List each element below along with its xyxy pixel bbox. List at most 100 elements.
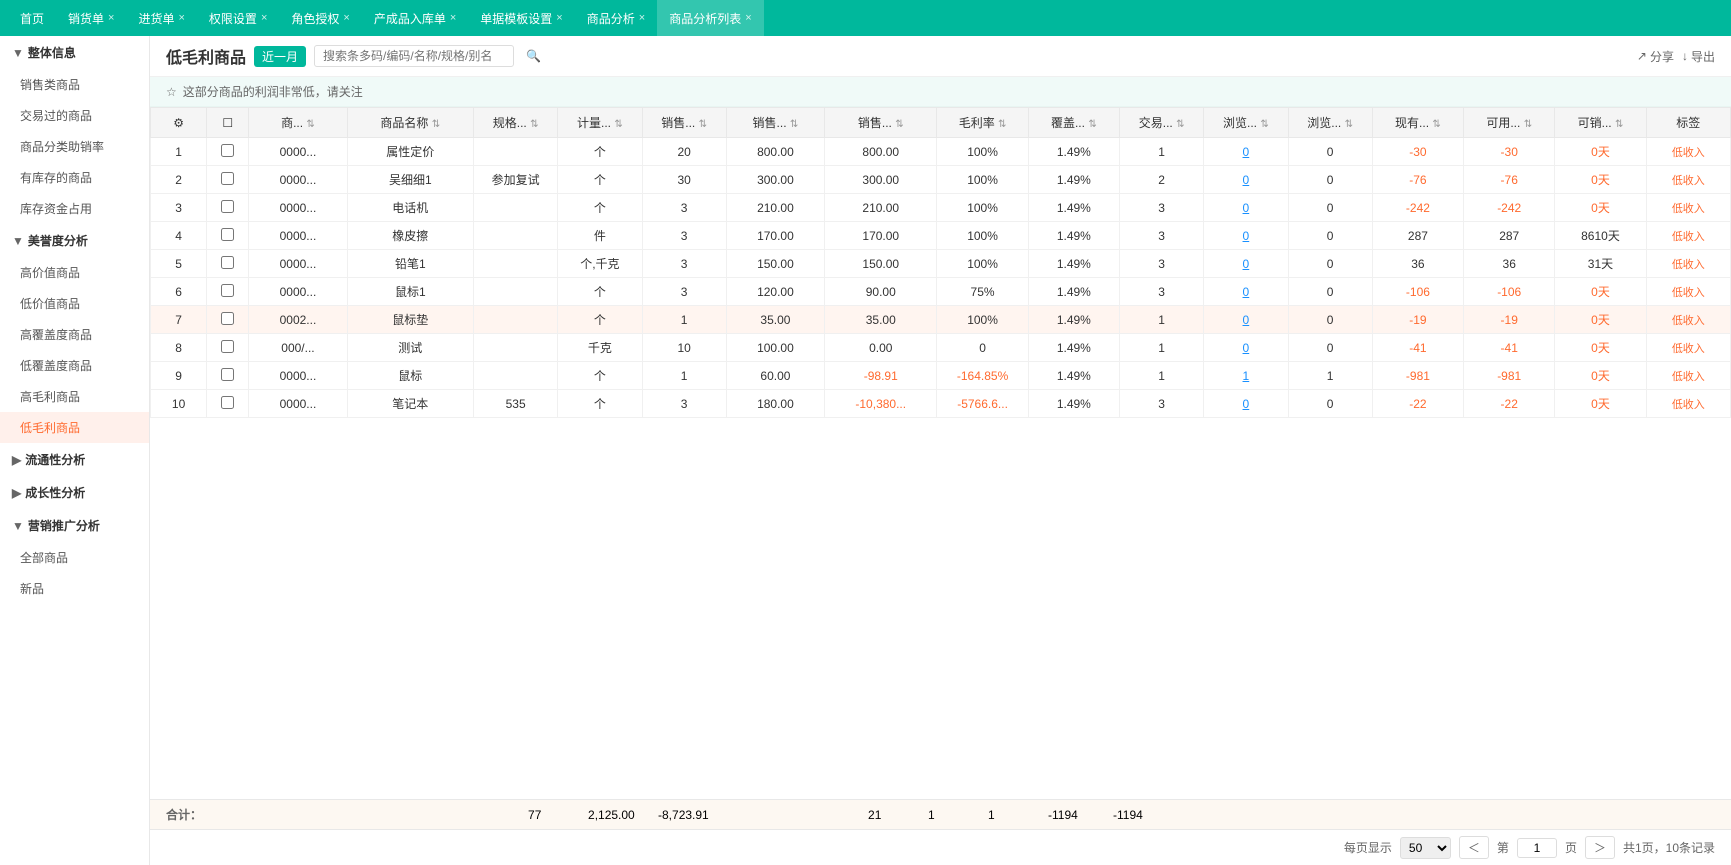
- close-icon[interactable]: ×: [556, 12, 562, 24]
- row-checkbox[interactable]: [207, 362, 249, 390]
- nav-purchase-order[interactable]: 进货单 ×: [126, 0, 196, 36]
- row-no: 2: [151, 166, 207, 194]
- row-code: 000/...: [249, 334, 347, 362]
- sidebar-item-category-rate[interactable]: 商品分类助销率: [0, 131, 149, 162]
- sidebar-group-growth[interactable]: ▶ 成长性分析: [0, 476, 149, 509]
- row-checkbox[interactable]: [207, 250, 249, 278]
- page-number-input[interactable]: [1517, 838, 1557, 858]
- col-trade[interactable]: 交易... ⇅: [1119, 108, 1203, 138]
- footer-values: 77 2,125.00 -8,723.91 21 1 1 -1194 -1194: [218, 808, 1715, 822]
- row-checkbox[interactable]: [207, 138, 249, 166]
- col-checkbox[interactable]: ☐: [207, 108, 249, 138]
- sidebar-group-marketing[interactable]: ▼ 营销推广分析: [0, 509, 149, 542]
- sidebar-item-high-value[interactable]: 高价值商品: [0, 257, 149, 288]
- close-icon[interactable]: ×: [745, 12, 751, 24]
- col-browse1[interactable]: 浏览... ⇅: [1204, 108, 1288, 138]
- row-gross-rate: 0: [937, 334, 1028, 362]
- search-icon[interactable]: 🔍: [526, 49, 541, 63]
- export-button[interactable]: ↓ 导出: [1682, 48, 1715, 65]
- close-icon[interactable]: ×: [261, 12, 267, 24]
- time-filter-badge[interactable]: 近一月: [254, 46, 306, 67]
- footer-browse1: 1: [928, 808, 988, 822]
- row-checkbox[interactable]: [207, 194, 249, 222]
- row-browse1[interactable]: 0: [1204, 194, 1288, 222]
- row-tag: 低收入: [1646, 194, 1730, 222]
- sidebar-item-stock-capital[interactable]: 库存资金占用: [0, 193, 149, 224]
- col-unit[interactable]: 计量... ⇅: [558, 108, 642, 138]
- col-sales-qty[interactable]: 销售... ⇅: [642, 108, 726, 138]
- sidebar-item-low-margin[interactable]: 低毛利商品: [0, 412, 149, 443]
- nav-sales-order[interactable]: 销货单 ×: [56, 0, 126, 36]
- row-unit: 个: [558, 166, 642, 194]
- share-button[interactable]: ↗ 分享: [1637, 48, 1674, 65]
- table-row: 7 0002... 鼠标垫 个 1 35.00 35.00 100% 1.49%…: [151, 306, 1731, 334]
- row-sales-price: 210.00: [726, 194, 824, 222]
- sidebar-item-high-margin[interactable]: 高毛利商品: [0, 381, 149, 412]
- row-gross-rate: 100%: [937, 222, 1028, 250]
- row-browse1[interactable]: 0: [1204, 222, 1288, 250]
- row-browse1[interactable]: 0: [1204, 166, 1288, 194]
- row-code: 0000...: [249, 194, 347, 222]
- close-icon[interactable]: ×: [450, 12, 456, 24]
- col-sellable[interactable]: 可销... ⇅: [1555, 108, 1646, 138]
- sidebar-item-sales-products[interactable]: 销售类商品: [0, 69, 149, 100]
- row-browse1[interactable]: 0: [1204, 250, 1288, 278]
- sidebar-item-traded-products[interactable]: 交易过的商品: [0, 100, 149, 131]
- col-cover-rate[interactable]: 覆盖... ⇅: [1028, 108, 1119, 138]
- nav-product-analysis-list[interactable]: 商品分析列表 ×: [657, 0, 763, 36]
- nav-role-auth[interactable]: 角色授权 ×: [279, 0, 361, 36]
- row-browse1[interactable]: 0: [1204, 390, 1288, 418]
- row-sellable: 0天: [1555, 334, 1646, 362]
- nav-template-settings[interactable]: 单据模板设置 ×: [468, 0, 574, 36]
- prev-page-button[interactable]: ＜: [1459, 836, 1489, 859]
- page-size-select[interactable]: 50 100 200: [1400, 837, 1451, 859]
- row-checkbox[interactable]: [207, 306, 249, 334]
- row-current: -41: [1372, 334, 1463, 362]
- sidebar-group-overall[interactable]: ▼ 整体信息: [0, 36, 149, 69]
- row-browse1[interactable]: 1: [1204, 362, 1288, 390]
- row-browse1[interactable]: 0: [1204, 278, 1288, 306]
- col-tag[interactable]: 标签: [1646, 108, 1730, 138]
- col-sales-amt[interactable]: 销售... ⇅: [825, 108, 937, 138]
- col-settings[interactable]: ⚙: [151, 108, 207, 138]
- nav-product-inbound[interactable]: 产成品入库单 ×: [362, 0, 468, 36]
- sidebar-group-circulation[interactable]: ▶ 流通性分析: [0, 443, 149, 476]
- row-code: 0000...: [249, 222, 347, 250]
- col-gross-rate[interactable]: 毛利率 ⇅: [937, 108, 1028, 138]
- col-current[interactable]: 现有... ⇅: [1372, 108, 1463, 138]
- sidebar-group-reputation[interactable]: ▼ 美誉度分析: [0, 224, 149, 257]
- nav-product-analysis[interactable]: 商品分析 ×: [575, 0, 657, 36]
- next-page-button[interactable]: ＞: [1585, 836, 1615, 859]
- sidebar-item-in-stock[interactable]: 有库存的商品: [0, 162, 149, 193]
- row-browse1[interactable]: 0: [1204, 138, 1288, 166]
- row-browse1[interactable]: 0: [1204, 306, 1288, 334]
- sidebar-item-low-coverage[interactable]: 低覆盖度商品: [0, 350, 149, 381]
- close-icon[interactable]: ×: [178, 12, 184, 24]
- table-row: 8 000/... 测试 千克 10 100.00 0.00 0 1.49% 1…: [151, 334, 1731, 362]
- nav-permission-settings[interactable]: 权限设置 ×: [197, 0, 279, 36]
- col-spec[interactable]: 规格... ⇅: [473, 108, 557, 138]
- search-input[interactable]: [314, 45, 514, 67]
- row-checkbox[interactable]: [207, 166, 249, 194]
- col-code[interactable]: 商... ⇅: [249, 108, 347, 138]
- sidebar-item-high-coverage[interactable]: 高覆盖度商品: [0, 319, 149, 350]
- close-icon[interactable]: ×: [108, 12, 114, 24]
- nav-home[interactable]: 首页: [8, 0, 56, 36]
- row-browse1[interactable]: 0: [1204, 334, 1288, 362]
- close-icon[interactable]: ×: [343, 12, 349, 24]
- row-checkbox[interactable]: [207, 334, 249, 362]
- row-code: 0000...: [249, 362, 347, 390]
- sidebar-item-all-products[interactable]: 全部商品: [0, 542, 149, 573]
- col-sales-price[interactable]: 销售... ⇅: [726, 108, 824, 138]
- sidebar-item-low-value[interactable]: 低价值商品: [0, 288, 149, 319]
- row-cover-rate: 1.49%: [1028, 278, 1119, 306]
- col-browse2[interactable]: 浏览... ⇅: [1288, 108, 1372, 138]
- col-available[interactable]: 可用... ⇅: [1464, 108, 1555, 138]
- col-name[interactable]: 商品名称 ⇅: [347, 108, 473, 138]
- row-unit: 个: [558, 306, 642, 334]
- sidebar-item-new-products[interactable]: 新品: [0, 573, 149, 604]
- close-icon[interactable]: ×: [639, 12, 645, 24]
- row-checkbox[interactable]: [207, 278, 249, 306]
- row-checkbox[interactable]: [207, 222, 249, 250]
- row-checkbox[interactable]: [207, 390, 249, 418]
